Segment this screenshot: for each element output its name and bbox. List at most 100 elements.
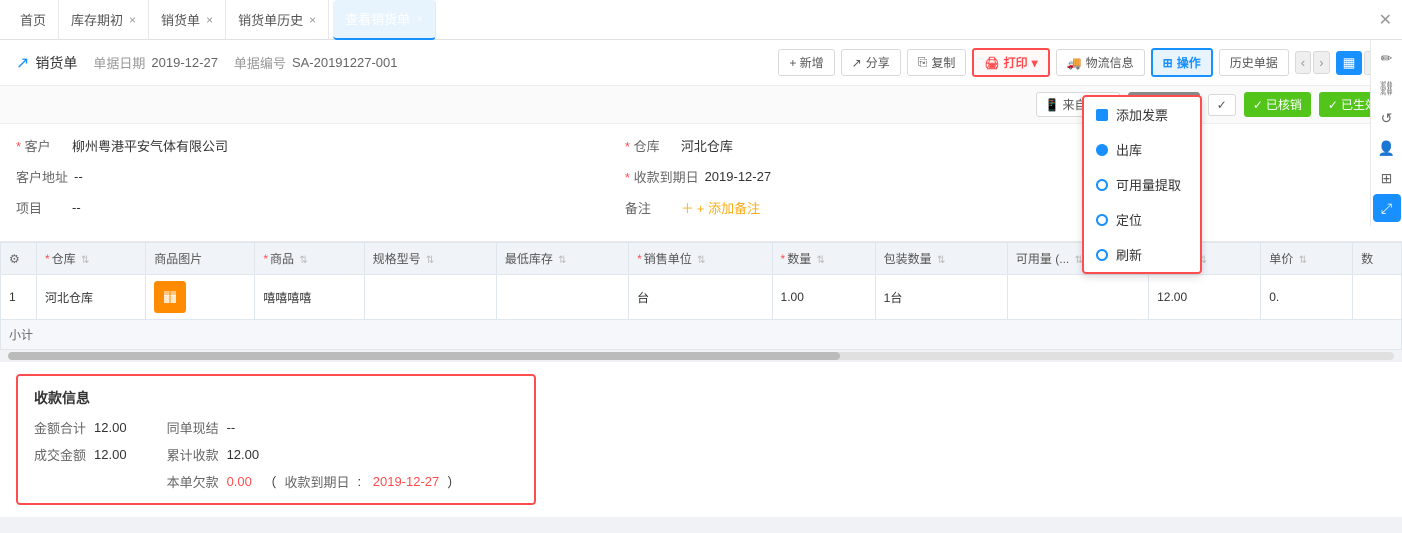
customer-label: 客户 [16, 136, 66, 155]
grid-view-button[interactable]: ▦ [1336, 51, 1363, 75]
effective-check-icon: ✓ [1328, 98, 1338, 112]
tab-inventory-close[interactable]: × [129, 13, 136, 27]
locate-label: 定位 [1116, 210, 1142, 229]
add-note-label: + 添加备注 [697, 198, 760, 217]
dropdown-refresh[interactable]: 刷新 [1084, 237, 1200, 272]
payment-col-right: 同单现结 -- 累计收款 12.00 本单欠款 0.00 （ 收款到期日 : 2… [167, 418, 461, 491]
history-button[interactable]: 历史单据 [1219, 49, 1289, 76]
model-sort-icon: ⇅ [426, 255, 434, 266]
col-sales-unit: *销售单位 ⇅ [629, 243, 772, 275]
transaction-amount-row: 成交金额 12.00 [34, 445, 127, 464]
quantity-sort-icon: ⇅ [817, 255, 825, 266]
sidebar-edit-icon[interactable]: ✏ [1373, 44, 1401, 72]
address-value: -- [74, 169, 83, 184]
cell-sales-unit: 台 [629, 275, 772, 320]
outbound-icon [1096, 144, 1108, 156]
settlement-row: 同单现结 -- [167, 418, 461, 437]
tab-view-sales-order[interactable]: 查看销货单 × [333, 0, 436, 40]
operate-button[interactable]: ⊞ 操作 [1151, 48, 1213, 77]
col-settings[interactable]: ⚙ [1, 243, 37, 275]
pick-quantity-icon [1096, 179, 1108, 191]
sidebar-table-icon[interactable]: ⊞ [1373, 164, 1401, 192]
product-image [154, 281, 186, 313]
operate-label: 操作 [1177, 54, 1201, 71]
logistics-label: 物流信息 [1086, 54, 1134, 71]
cumulative-receipt-value: 12.00 [227, 447, 260, 462]
payment-info: 收款信息 金额合计 12.00 成交金额 12.00 同单现结 -- 累计收款 [16, 374, 536, 505]
add-invoice-label: 添加发票 [1116, 105, 1168, 124]
cumulative-receipt-row: 累计收款 12.00 [167, 445, 461, 464]
print-label: 打印 [1004, 54, 1028, 71]
total-amount-label: 金额合计 [34, 418, 86, 437]
min-stock-sort-icon: ⇅ [558, 255, 566, 266]
verified-button[interactable]: ✓ 已核销 [1244, 92, 1311, 117]
cell-model [364, 275, 496, 320]
due-date-note-label: 收款到期日 [285, 472, 350, 491]
pick-quantity-label: 可用量提取 [1116, 175, 1181, 194]
number-label: 单据编号 [234, 53, 286, 72]
settlement-value: -- [227, 420, 236, 435]
col-unit-price: 单价 ⇅ [1261, 243, 1353, 275]
copy-label: 复制 [931, 54, 955, 71]
add-note-button[interactable]: ＋ + 添加备注 [681, 198, 760, 217]
tab-sales-history-label: 销货单历史 [238, 10, 303, 29]
tab-view-sales-label: 查看销货单 [345, 9, 410, 28]
cell-quantity: 1.00 [772, 275, 875, 320]
copy-icon: ⎘ [918, 55, 928, 70]
tab-sales-history-close[interactable]: × [309, 13, 316, 27]
due-date-label: 收款到期日 [625, 167, 699, 186]
operate-icon: ⊞ [1163, 56, 1173, 70]
dropdown-pick-quantity[interactable]: 可用量提取 [1084, 167, 1200, 202]
copy-button[interactable]: ⎘ 复制 [907, 49, 967, 76]
tab-home-label: 首页 [20, 10, 46, 29]
add-invoice-icon [1096, 109, 1108, 121]
sidebar-link-icon[interactable]: ⛓ [1373, 74, 1401, 102]
tab-sales-label: 销货单 [161, 10, 200, 29]
tab-inventory-init[interactable]: 库存期初 × [59, 0, 149, 40]
operate-dropdown: 添加发票 出库 可用量提取 定位 刷新 [1082, 95, 1202, 274]
horizontal-scrollbar[interactable] [8, 352, 1394, 360]
check-label: ✓ [1217, 98, 1227, 112]
address-field: 客户地址 -- [16, 167, 625, 186]
due-date-value: 2019-12-27 [705, 169, 772, 184]
tab-sales-order[interactable]: 销货单 × [149, 0, 226, 40]
window-close-button[interactable]: ✕ [1379, 10, 1392, 30]
doc-title: ↗ 销货单 [16, 53, 77, 73]
logistics-button[interactable]: 🚚 物流信息 [1056, 49, 1145, 76]
transaction-amount-label: 成交金额 [34, 445, 86, 464]
check-button[interactable]: ✓ [1208, 94, 1236, 116]
col-product: *商品 ⇅ [255, 243, 364, 275]
cell-pack-qty: 1台 [875, 275, 1007, 320]
dropdown-add-invoice[interactable]: 添加发票 [1084, 97, 1200, 132]
scroll-thumb [8, 352, 840, 360]
tab-sales-history[interactable]: 销货单历史 × [226, 0, 329, 40]
cell-available [1007, 275, 1148, 320]
sidebar-user-icon[interactable]: 👤 [1373, 134, 1401, 162]
print-button[interactable]: 🖨 打印 ▾ [972, 48, 1049, 77]
print-icon: 🖨 [984, 56, 999, 70]
subtotal-row: 小计 [1, 320, 1402, 350]
settings-icon: ⚙ [9, 252, 20, 266]
tab-home[interactable]: 首页 [8, 0, 59, 40]
tab-view-sales-close[interactable]: × [416, 12, 423, 26]
next-button[interactable]: › [1313, 51, 1329, 74]
prev-button[interactable]: ‹ [1295, 51, 1311, 74]
payment-title: 收款信息 [34, 388, 518, 408]
sort-icon: ⇅ [81, 255, 89, 266]
date-value: 2019-12-27 [151, 55, 218, 70]
doc-number-field: 单据编号 SA-20191227-001 [234, 53, 398, 72]
dropdown-outbound[interactable]: 出库 [1084, 132, 1200, 167]
sidebar-expand-icon[interactable]: ⤢ [1373, 194, 1401, 222]
col-product-image: 商品图片 [146, 243, 255, 275]
sidebar-refresh-icon[interactable]: ↺ [1373, 104, 1401, 132]
share-label: 分享 [866, 54, 890, 71]
dropdown-locate[interactable]: 定位 [1084, 202, 1200, 237]
doc-meta: 单据日期 2019-12-27 单据编号 SA-20191227-001 [93, 53, 762, 72]
pack-qty-sort-icon: ⇅ [937, 255, 945, 266]
share-button[interactable]: ↗ 分享 [841, 49, 901, 76]
check-circle-icon: ✓ [1253, 98, 1263, 112]
outbound-label: 出库 [1116, 140, 1142, 159]
new-button[interactable]: + 新增 [778, 49, 834, 76]
transaction-amount-value: 12.00 [94, 447, 127, 462]
tab-sales-close[interactable]: × [206, 13, 213, 27]
